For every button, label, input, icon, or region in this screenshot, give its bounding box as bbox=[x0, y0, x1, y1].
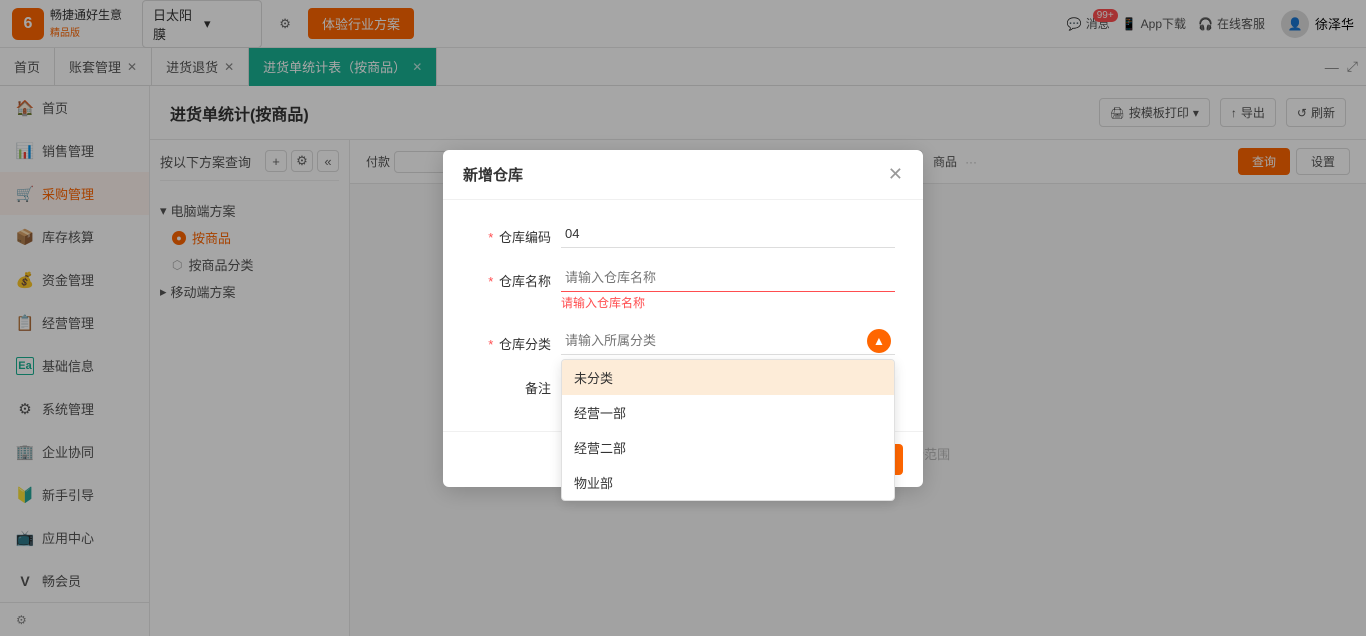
category-label: * 仓库分类 bbox=[471, 327, 551, 353]
code-row: * 仓库编码 bbox=[471, 220, 895, 248]
modal-overlay: 新增仓库 ✕ * 仓库编码 * 仓库名称 bbox=[0, 0, 1366, 636]
category-input[interactable] bbox=[561, 327, 895, 355]
modal-close-button[interactable]: ✕ bbox=[888, 164, 903, 185]
code-label: * 仓库编码 bbox=[471, 220, 551, 246]
name-error-message: 请输入仓库名称 bbox=[561, 294, 895, 311]
modal-title: 新增仓库 bbox=[463, 164, 523, 185]
category-field: ▲ 未分类 经营一部 经营二部 物业部 bbox=[561, 327, 895, 355]
dropdown-item-dept3[interactable]: 物业部 bbox=[562, 465, 894, 500]
dropdown-item-dept1[interactable]: 经营一部 bbox=[562, 395, 894, 430]
modal-body: * 仓库编码 * 仓库名称 请输入仓库名称 bbox=[443, 200, 923, 431]
dropdown-item-uncategorized[interactable]: 未分类 bbox=[562, 360, 894, 395]
code-input[interactable] bbox=[561, 220, 895, 248]
notes-label: 备注 bbox=[471, 371, 551, 397]
category-row: * 仓库分类 ▲ 未分类 经营一部 经营二部 物业部 bbox=[471, 327, 895, 355]
name-row: * 仓库名称 请输入仓库名称 bbox=[471, 264, 895, 311]
category-input-wrapper: ▲ bbox=[561, 327, 895, 355]
dropdown-item-dept2[interactable]: 经营二部 bbox=[562, 430, 894, 465]
category-toggle-button[interactable]: ▲ bbox=[867, 329, 891, 353]
code-field bbox=[561, 220, 895, 248]
category-dropdown: 未分类 经营一部 经营二部 物业部 bbox=[561, 359, 895, 501]
modal-header: 新增仓库 ✕ bbox=[443, 150, 923, 200]
name-field: 请输入仓库名称 bbox=[561, 264, 895, 311]
add-warehouse-modal: 新增仓库 ✕ * 仓库编码 * 仓库名称 bbox=[443, 150, 923, 487]
name-label: * 仓库名称 bbox=[471, 264, 551, 290]
name-input[interactable] bbox=[561, 264, 895, 292]
